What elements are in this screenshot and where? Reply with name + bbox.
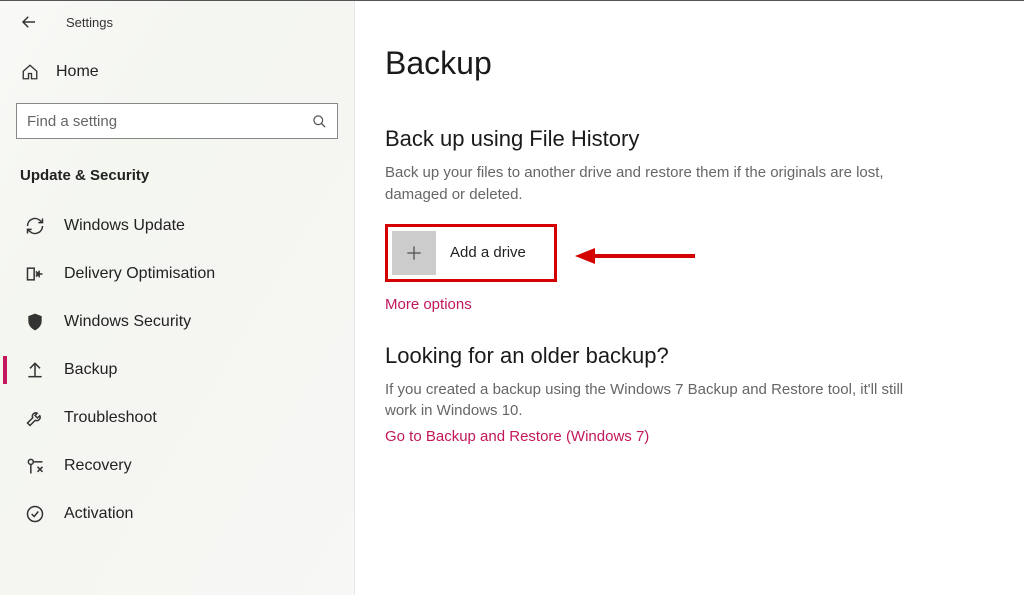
home-icon xyxy=(20,63,40,81)
section-description-file-history: Back up your files to another drive and … xyxy=(385,162,905,206)
sidebar-item-label: Activation xyxy=(64,505,133,523)
sidebar-item-label: Recovery xyxy=(64,457,132,475)
search-icon xyxy=(312,114,327,129)
section-heading-file-history: Back up using File History xyxy=(385,126,984,152)
recovery-icon xyxy=(24,456,46,476)
annotation-arrow xyxy=(575,246,685,266)
sidebar-item-label: Windows Security xyxy=(64,313,191,331)
sidebar-item-label: Backup xyxy=(64,361,117,379)
section-heading-older-backup: Looking for an older backup? xyxy=(385,343,984,369)
add-drive-label: Add a drive xyxy=(436,244,526,261)
refresh-icon xyxy=(24,216,46,236)
sidebar-item-windows-update[interactable]: Windows Update xyxy=(0,202,354,250)
search-box[interactable] xyxy=(16,103,338,139)
sidebar-item-activation[interactable]: Activation xyxy=(0,490,354,538)
sidebar-item-backup[interactable]: Backup xyxy=(0,346,354,394)
section-description-older-backup: If you created a backup using the Window… xyxy=(385,379,905,423)
plus-icon xyxy=(392,231,436,275)
sidebar-item-troubleshoot[interactable]: Troubleshoot xyxy=(0,394,354,442)
add-drive-wrap: Add a drive xyxy=(385,224,557,282)
category-heading: Update & Security xyxy=(0,145,354,202)
search-input[interactable] xyxy=(27,113,312,130)
sidebar-item-recovery[interactable]: Recovery xyxy=(0,442,354,490)
sidebar-header: Settings xyxy=(0,7,354,49)
sidebar-item-delivery-optimisation[interactable]: Delivery Optimisation xyxy=(0,250,354,298)
main-content: Backup Back up using File History Back u… xyxy=(355,1,1024,595)
shield-icon xyxy=(24,312,46,332)
back-arrow-icon[interactable] xyxy=(20,13,38,31)
page-title: Backup xyxy=(385,45,984,82)
add-drive-button[interactable]: Add a drive xyxy=(385,224,557,282)
wrench-icon xyxy=(24,408,46,428)
sidebar-item-label: Troubleshoot xyxy=(64,409,157,427)
sidebar-item-label: Windows Update xyxy=(64,217,185,235)
home-button[interactable]: Home xyxy=(0,49,354,95)
more-options-link[interactable]: More options xyxy=(385,296,472,313)
window-title: Settings xyxy=(66,15,113,30)
check-circle-icon xyxy=(24,504,46,524)
delivery-icon xyxy=(24,264,46,284)
backup-restore-link[interactable]: Go to Backup and Restore (Windows 7) xyxy=(385,428,649,445)
sidebar: Settings Home Update & Security xyxy=(0,1,355,595)
sidebar-item-windows-security[interactable]: Windows Security xyxy=(0,298,354,346)
home-label: Home xyxy=(56,63,99,81)
sidebar-item-label: Delivery Optimisation xyxy=(64,265,215,283)
backup-icon xyxy=(24,360,46,380)
